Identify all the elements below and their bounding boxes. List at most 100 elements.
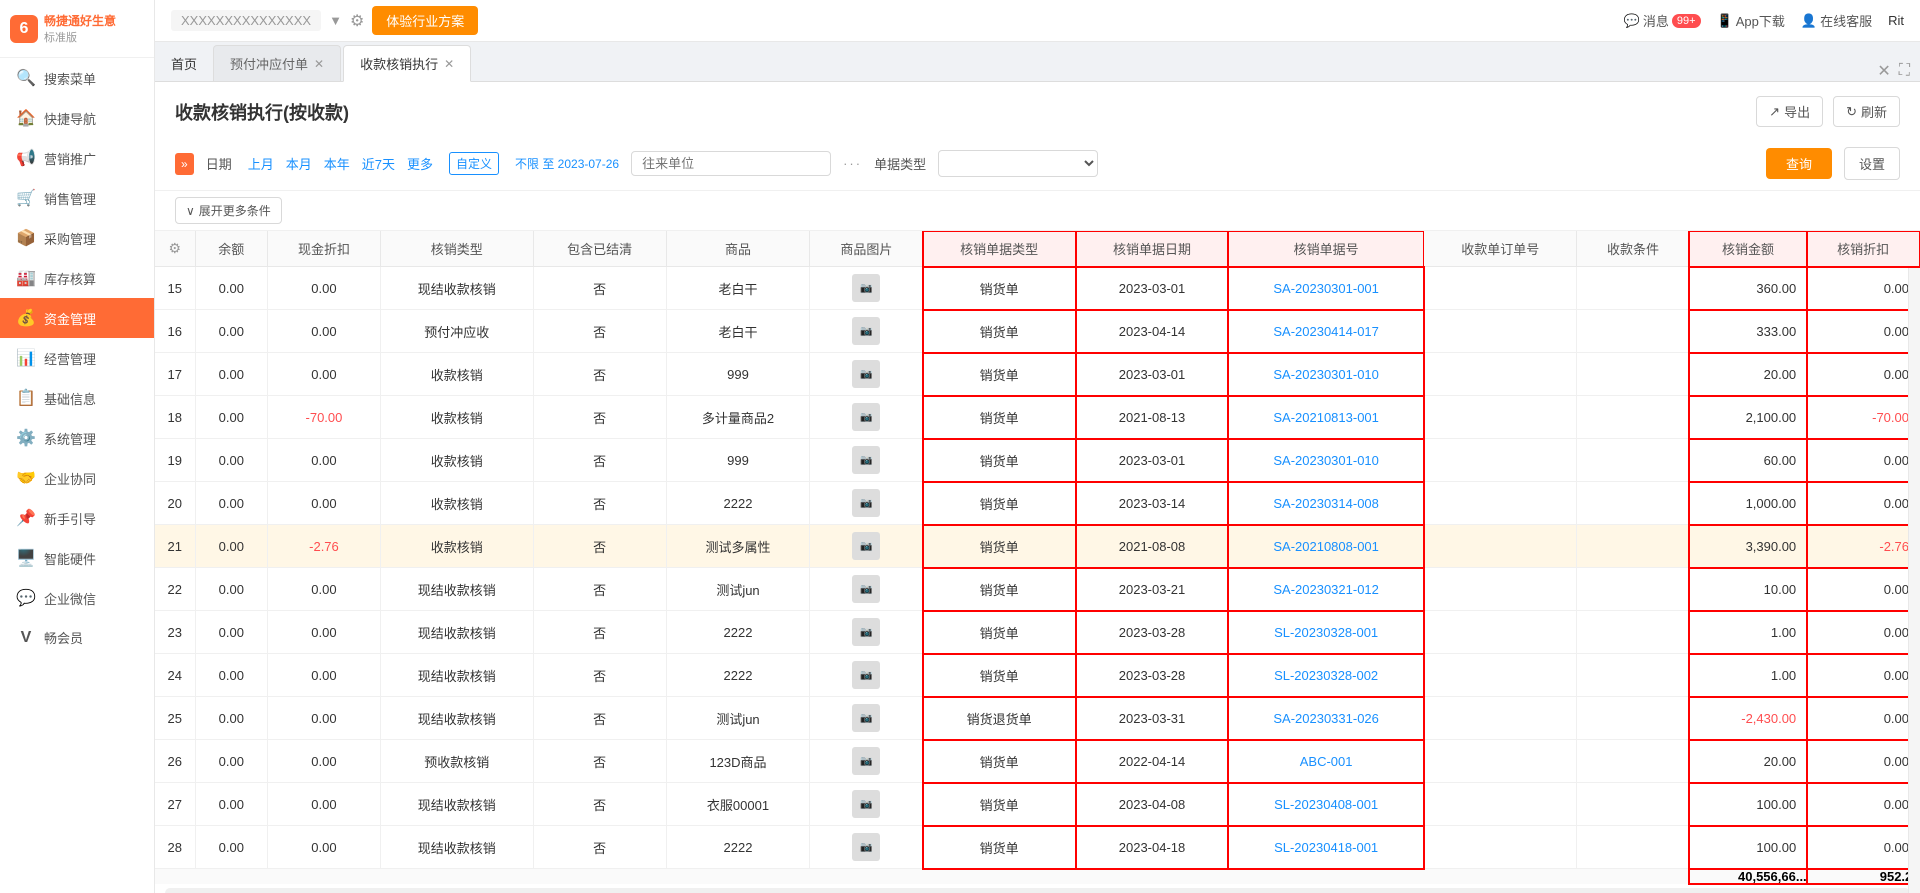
settings-icon[interactable]: ⚙ bbox=[350, 11, 364, 31]
cell-cash-discount: -70.00 bbox=[268, 396, 381, 439]
setting-btn[interactable]: 设置 bbox=[1844, 147, 1900, 180]
table-row: 16 0.00 0.00 预付冲应收 否 老白干 📷 销货单 2023-04-1… bbox=[155, 310, 1920, 353]
top-bar: XXXXXXXXXXXXXXX ▼ ⚙ 体验行业方案 💬 消息 99+ 📱 Ap… bbox=[155, 0, 1920, 42]
sidebar-item-purchase[interactable]: 📦 采购管理 bbox=[0, 218, 154, 258]
sidebar-item-wechat[interactable]: 💬 企业微信 bbox=[0, 578, 154, 618]
message-area[interactable]: 💬 消息 99+ bbox=[1624, 11, 1701, 30]
table-row: 21 0.00 -2.76 收款核销 否 测试多属性 📷 销货单 2021-08… bbox=[155, 525, 1920, 568]
cell-product: 测试多属性 bbox=[666, 525, 810, 568]
cell-cash-discount: 0.00 bbox=[268, 697, 381, 740]
col-balance: 余额 bbox=[195, 231, 268, 267]
cell-balance: 0.00 bbox=[195, 439, 268, 482]
cell-doc-type: 销货退货单 bbox=[923, 697, 1076, 740]
date-btn-this-year[interactable]: 本年 bbox=[320, 152, 354, 175]
sidebar-item-enterprise[interactable]: 🤝 企业协同 bbox=[0, 458, 154, 498]
cell-payment-condition bbox=[1577, 611, 1690, 654]
cell-cash-discount: 0.00 bbox=[268, 783, 381, 826]
cell-payment-condition bbox=[1577, 353, 1690, 396]
cell-cash-discount: 0.00 bbox=[268, 353, 381, 396]
col-doc-type: 核销单据类型 bbox=[923, 231, 1076, 267]
cell-doc-type: 销货单 bbox=[923, 267, 1076, 310]
filter-expand-btn[interactable]: » bbox=[175, 153, 194, 175]
cell-order-no bbox=[1424, 568, 1577, 611]
sidebar-item-system[interactable]: ⚙️ 系统管理 bbox=[0, 418, 154, 458]
cell-verify-type: 现结收款核销 bbox=[380, 611, 533, 654]
cell-img: 📷 bbox=[810, 267, 923, 310]
date-btn-more[interactable]: 更多 bbox=[403, 152, 437, 175]
date-buttons: 上月 本月 本年 近7天 更多 bbox=[244, 152, 437, 175]
app-download[interactable]: 📱 App下载 bbox=[1717, 11, 1785, 30]
custom-date-btn[interactable]: 自定义 bbox=[449, 152, 499, 175]
cell-payment-condition bbox=[1577, 568, 1690, 611]
cell-doc-no: SA-20210813-001 bbox=[1228, 396, 1423, 439]
sidebar-item-basic[interactable]: 📋 基础信息 bbox=[0, 378, 154, 418]
message-icon: 💬 bbox=[1624, 13, 1640, 29]
col-included: 包含已结清 bbox=[533, 231, 666, 267]
cell-product: 2222 bbox=[666, 826, 810, 869]
col-doc-date: 核销单据日期 bbox=[1076, 231, 1229, 267]
cell-payment-condition bbox=[1577, 396, 1690, 439]
sidebar-item-sales[interactable]: 🛒 销售管理 bbox=[0, 178, 154, 218]
cell-verify-discount: 0.00 bbox=[1807, 353, 1920, 396]
cell-verify-discount: 0.00 bbox=[1807, 740, 1920, 783]
expand-more-btn[interactable]: ∨ 展开更多条件 bbox=[175, 197, 282, 224]
sidebar-item-guide[interactable]: 📌 新手引导 bbox=[0, 498, 154, 538]
horizontal-scrollbar[interactable] bbox=[165, 888, 1910, 893]
logo-area: 6 畅捷通好生意 标准版 bbox=[0, 0, 154, 58]
sidebar-item-marketing[interactable]: 📢 营销推广 bbox=[0, 138, 154, 178]
vertical-scrollbar[interactable] bbox=[1908, 231, 1920, 893]
cell-doc-date: 2023-04-14 bbox=[1076, 310, 1229, 353]
user-name[interactable]: Rit bbox=[1888, 13, 1904, 28]
sidebar-item-search[interactable]: 🔍 搜索菜单 bbox=[0, 58, 154, 98]
tab-prepay-close[interactable]: ✕ bbox=[314, 57, 324, 71]
single-type-select[interactable] bbox=[938, 150, 1098, 177]
export-btn[interactable]: ↗ 导出 bbox=[1756, 96, 1823, 127]
dropdown-icon[interactable]: ▼ bbox=[329, 13, 342, 28]
cell-verify-type: 收款核销 bbox=[380, 439, 533, 482]
cell-doc-no: SL-20230328-001 bbox=[1228, 611, 1423, 654]
cell-no: 25 bbox=[155, 697, 195, 740]
sidebar-item-operation[interactable]: 📊 经营管理 bbox=[0, 338, 154, 378]
col-verify-type: 核销类型 bbox=[380, 231, 533, 267]
refresh-btn[interactable]: ↻ 刷新 bbox=[1833, 96, 1900, 127]
online-service[interactable]: 👤 在线客服 bbox=[1801, 11, 1872, 30]
sidebar-item-hardware[interactable]: 🖥️ 智能硬件 bbox=[0, 538, 154, 578]
cell-doc-type: 销货单 bbox=[923, 783, 1076, 826]
table-row: 17 0.00 0.00 收款核销 否 999 📷 销货单 2023-03-01… bbox=[155, 353, 1920, 396]
cell-doc-type: 销货单 bbox=[923, 826, 1076, 869]
date-btn-7days[interactable]: 近7天 bbox=[358, 152, 399, 175]
sidebar-item-finance[interactable]: 💰 资金管理 bbox=[0, 298, 154, 338]
expand-icon[interactable]: ⛶ bbox=[1899, 62, 1910, 80]
cell-included: 否 bbox=[533, 310, 666, 353]
tab-prepay[interactable]: 预付冲应付单 ✕ bbox=[213, 45, 341, 81]
sidebar-item-vip[interactable]: V 畅会员 bbox=[0, 618, 154, 657]
cell-verify-amount: 2,100.00 bbox=[1689, 396, 1806, 439]
tab-receipt[interactable]: 收款核销执行 ✕ bbox=[343, 45, 471, 82]
date-btn-this-month[interactable]: 本月 bbox=[282, 152, 316, 175]
operation-icon: 📊 bbox=[16, 348, 36, 368]
column-settings-icon[interactable]: ⚙ bbox=[168, 240, 181, 256]
solution-btn[interactable]: 体验行业方案 bbox=[372, 6, 478, 35]
cell-balance: 0.00 bbox=[195, 783, 268, 826]
cell-verify-type: 现结收款核销 bbox=[380, 826, 533, 869]
tab-receipt-close[interactable]: ✕ bbox=[444, 57, 454, 71]
cell-included: 否 bbox=[533, 783, 666, 826]
cell-cash-discount: 0.00 bbox=[268, 568, 381, 611]
query-btn[interactable]: 查询 bbox=[1766, 148, 1832, 179]
cell-included: 否 bbox=[533, 396, 666, 439]
sidebar-item-shortcut[interactable]: 🏠 快捷导航 bbox=[0, 98, 154, 138]
content-area: 收款核销执行(按收款) ↗ 导出 ↻ 刷新 » 日期 上月 本月 本年 近7天 bbox=[155, 82, 1920, 893]
close-window-icon[interactable]: ✕ bbox=[1877, 61, 1890, 81]
cell-no: 21 bbox=[155, 525, 195, 568]
sidebar-item-inventory[interactable]: 🏭 库存核算 bbox=[0, 258, 154, 298]
cell-balance: 0.00 bbox=[195, 740, 268, 783]
cell-doc-no: SA-20210808-001 bbox=[1228, 525, 1423, 568]
partner-input[interactable] bbox=[631, 151, 831, 176]
cell-doc-date: 2021-08-13 bbox=[1076, 396, 1229, 439]
cell-order-no bbox=[1424, 396, 1577, 439]
cell-cash-discount: 0.00 bbox=[268, 267, 381, 310]
date-btn-last-month[interactable]: 上月 bbox=[244, 152, 278, 175]
cell-payment-condition bbox=[1577, 697, 1690, 740]
cell-doc-date: 2022-04-14 bbox=[1076, 740, 1229, 783]
tab-home[interactable]: 首页 bbox=[155, 46, 213, 81]
